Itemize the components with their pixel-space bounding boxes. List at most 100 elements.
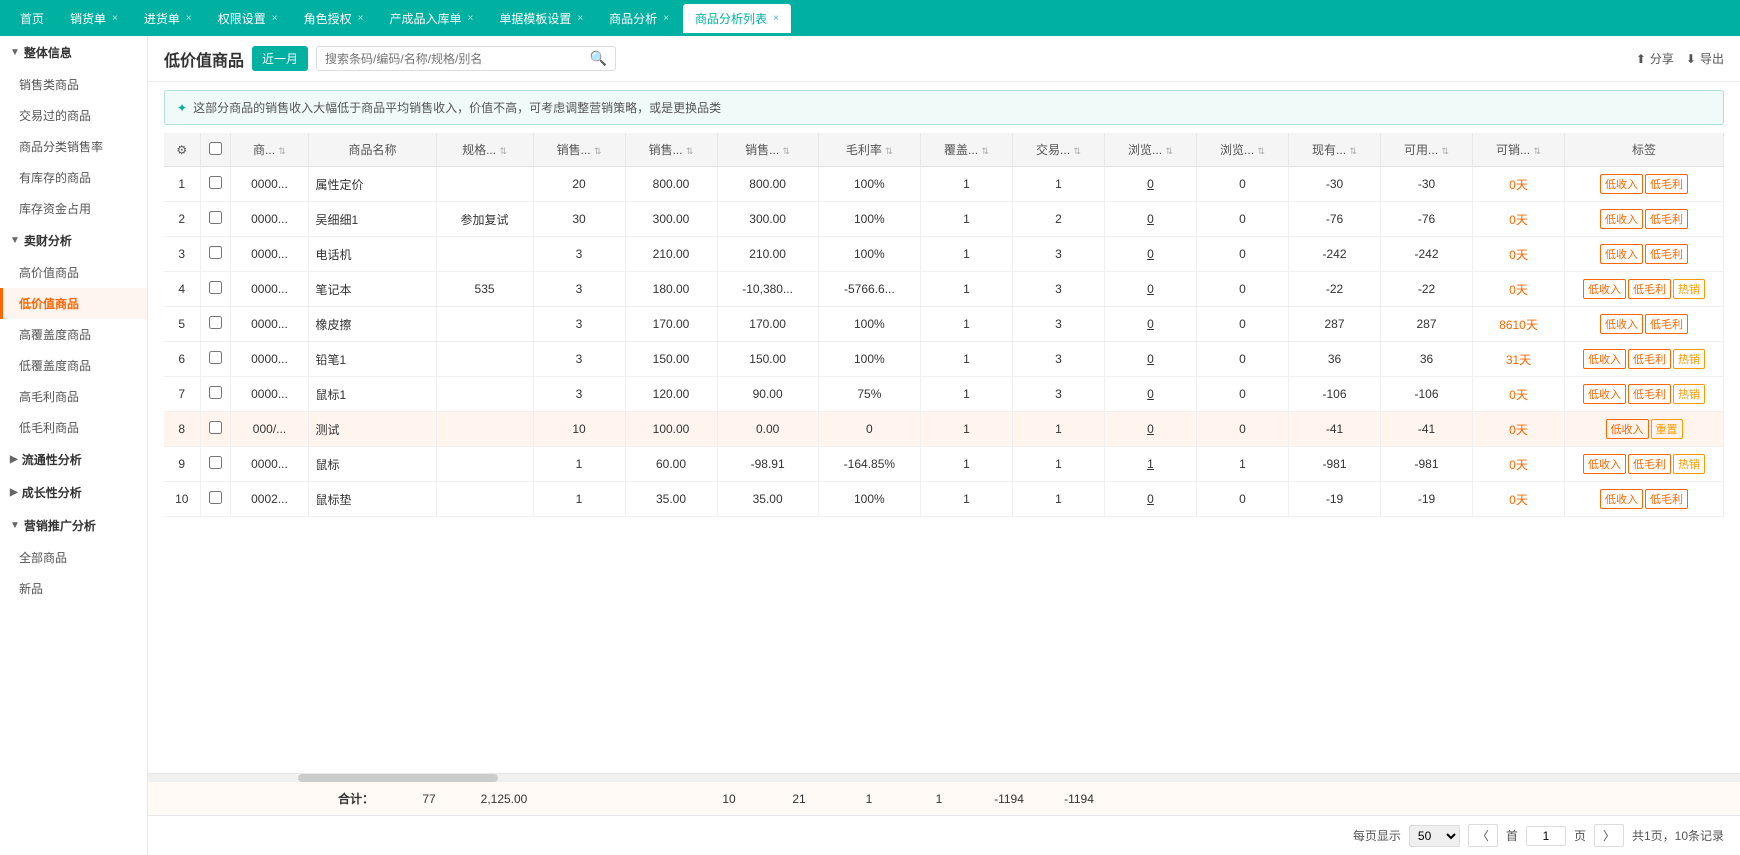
share-button[interactable]: ⬆ 分享 [1636,50,1674,67]
sidebar-group-overall[interactable]: ▼ 整体信息 [0,36,147,69]
row-checkbox-cell[interactable] [200,167,230,202]
row-checkbox[interactable] [209,281,222,294]
product-name[interactable]: 吴细细1 [309,202,436,237]
sidebar-group-growth[interactable]: ▶ 成长性分析 [0,476,147,509]
row-checkbox[interactable] [209,211,222,224]
sidebar-group-marketing[interactable]: ▼ 营销推广分析 [0,509,147,542]
sidebar-item-low-margin[interactable]: 低毛利商品 [0,412,147,443]
date-filter-button[interactable]: 近一月 [252,46,308,71]
row-checkbox-cell[interactable] [200,377,230,412]
nav-close-icon[interactable]: × [272,13,278,24]
select-all-checkbox[interactable] [209,142,222,155]
row-checkbox-cell[interactable] [200,412,230,447]
sidebar-group-liquidity[interactable]: ▶ 流通性分析 [0,443,147,476]
row-checkbox[interactable] [209,351,222,364]
nav-product-stock[interactable]: 产成品入库单 × [377,4,485,33]
row-checkbox[interactable] [209,491,222,504]
sidebar-item-all-products[interactable]: 全部商品 [0,542,147,573]
sidebar-item-stock-capital[interactable]: 库存资金占用 [0,193,147,224]
nav-close-icon[interactable]: × [358,13,364,24]
nav-close-icon[interactable]: × [112,13,118,24]
row-checkbox[interactable] [209,246,222,259]
product-name[interactable]: 笔记本 [309,272,436,307]
sort-icon[interactable]: ⇅ [499,146,507,156]
sidebar-item-high-margin[interactable]: 高毛利商品 [0,381,147,412]
row-checkbox[interactable] [209,456,222,469]
sort-icon[interactable]: ⇅ [1349,146,1357,156]
sort-icon[interactable]: ⇅ [885,146,893,156]
row-checkbox[interactable] [209,316,222,329]
nav-product-analysis-list[interactable]: 商品分析列表 × [683,4,791,33]
browse-count1[interactable]: 0 [1105,342,1197,377]
sidebar-item-new-products[interactable]: 新品 [0,573,147,604]
nav-close-icon[interactable]: × [467,13,473,24]
nav-close-icon[interactable]: × [186,13,192,24]
th-settings[interactable]: ⚙ [164,133,200,167]
nav-home[interactable]: 首页 [8,4,56,33]
scrollbar-thumb[interactable] [298,774,498,782]
row-checkbox-cell[interactable] [200,307,230,342]
sort-icon[interactable]: ⇅ [594,146,602,156]
browse-count1[interactable]: 0 [1105,412,1197,447]
browse-count1[interactable]: 0 [1105,272,1197,307]
sidebar-item-category-rate[interactable]: 商品分类销售率 [0,131,147,162]
per-page-select[interactable]: 50 100 200 [1409,825,1460,847]
sort-icon[interactable]: ⇅ [1441,146,1449,156]
browse-link[interactable]: 0 [1147,212,1154,226]
row-checkbox-cell[interactable] [200,237,230,272]
nav-close-icon[interactable]: × [663,13,669,24]
nav-close-icon[interactable]: × [577,13,583,24]
sidebar-group-financial[interactable]: ▼ 卖财分析 [0,224,147,257]
product-name[interactable]: 鼠标垫 [309,482,436,517]
search-input[interactable] [325,52,586,66]
nav-sales-order[interactable]: 销货单 × [58,4,130,33]
search-icon[interactable]: 🔍 [590,50,607,67]
browse-count1[interactable]: 0 [1105,237,1197,272]
sidebar-item-stock-products[interactable]: 有库存的商品 [0,162,147,193]
sidebar-item-sales-products[interactable]: 销售类商品 [0,69,147,100]
sort-icon[interactable]: ⇅ [1073,146,1081,156]
horizontal-scrollbar[interactable] [148,774,1740,782]
browse-count1[interactable]: 0 [1105,482,1197,517]
nav-role-auth[interactable]: 角色授权 × [292,4,376,33]
next-page-button[interactable]: 〉 [1594,824,1624,847]
sidebar-item-low-value[interactable]: 低价值商品 [0,288,147,319]
row-checkbox-cell[interactable] [200,272,230,307]
product-name[interactable]: 测试 [309,412,436,447]
sidebar-item-high-value[interactable]: 高价值商品 [0,257,147,288]
row-checkbox-cell[interactable] [200,447,230,482]
row-checkbox[interactable] [209,421,222,434]
page-number-input[interactable] [1526,826,1566,846]
product-name[interactable]: 橡皮擦 [309,307,436,342]
product-name[interactable]: 铅笔1 [309,342,436,377]
sort-icon[interactable]: ⇅ [278,146,286,156]
product-name[interactable]: 属性定价 [309,167,436,202]
product-name[interactable]: 鼠标1 [309,377,436,412]
export-button[interactable]: ⬇ 导出 [1686,50,1724,67]
sidebar-item-low-coverage[interactable]: 低覆盖度商品 [0,350,147,381]
product-name[interactable]: 鼠标 [309,447,436,482]
browse-link[interactable]: 0 [1147,317,1154,331]
row-checkbox-cell[interactable] [200,342,230,377]
browse-count1[interactable]: 0 [1105,202,1197,237]
browse-link[interactable]: 0 [1147,492,1154,506]
browse-count1[interactable]: 1 [1105,447,1197,482]
sort-icon[interactable]: ⇅ [783,146,791,156]
sidebar-item-traded-products[interactable]: 交易过的商品 [0,100,147,131]
sort-icon[interactable]: ⇅ [1533,146,1541,156]
browse-link[interactable]: 0 [1147,352,1154,366]
browse-link[interactable]: 0 [1147,422,1154,436]
product-name[interactable]: 电话机 [309,237,436,272]
row-checkbox-cell[interactable] [200,482,230,517]
sort-icon[interactable]: ⇅ [981,146,989,156]
row-checkbox[interactable] [209,386,222,399]
sort-icon[interactable]: ⇅ [686,146,694,156]
nav-product-analysis[interactable]: 商品分析 × [597,4,681,33]
sidebar-item-high-coverage[interactable]: 高覆盖度商品 [0,319,147,350]
row-checkbox-cell[interactable] [200,202,230,237]
browse-link[interactable]: 0 [1147,177,1154,191]
browse-count1[interactable]: 0 [1105,167,1197,202]
sort-icon[interactable]: ⇅ [1257,146,1265,156]
browse-count1[interactable]: 0 [1105,377,1197,412]
sort-icon[interactable]: ⇅ [1165,146,1173,156]
